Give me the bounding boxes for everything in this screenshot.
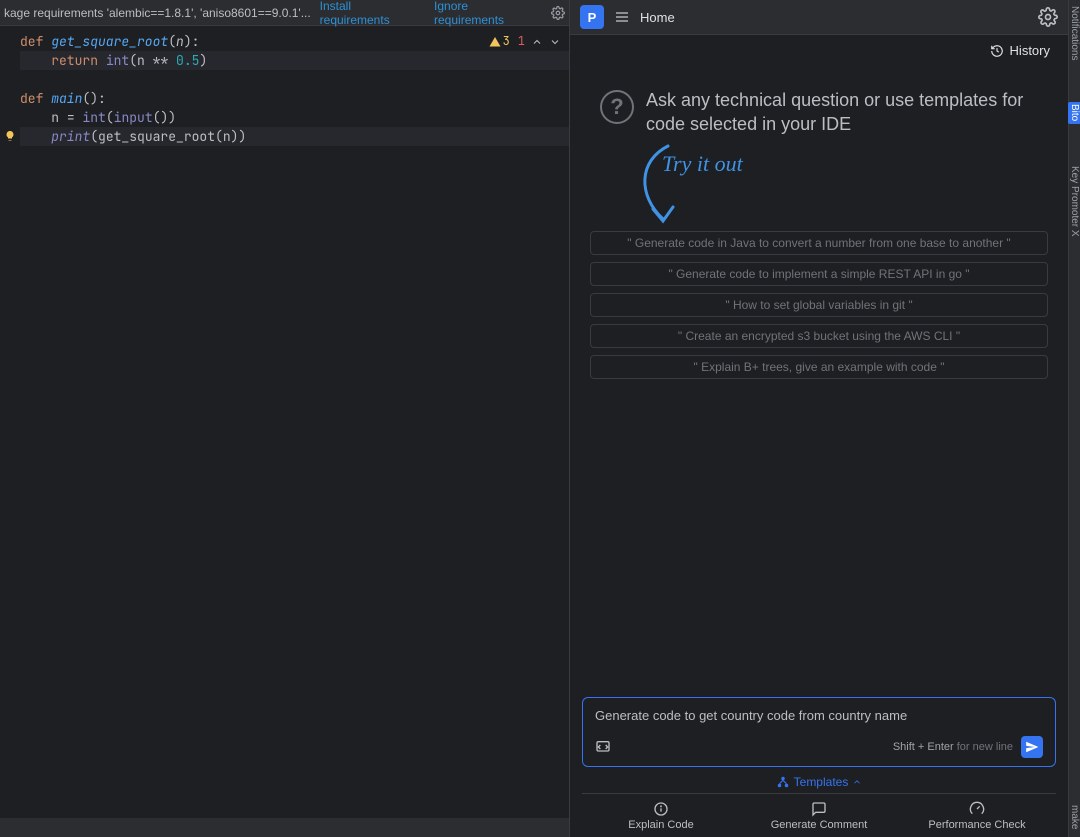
warning-count[interactable]: 3 [489, 32, 510, 51]
gear-icon[interactable] [551, 6, 565, 20]
history-button[interactable]: History [570, 35, 1068, 58]
explain-code-button[interactable]: Explain Code [582, 794, 740, 837]
question-icon: ? [600, 90, 634, 124]
code-line[interactable]: n = int(input()) [20, 108, 569, 127]
editor-footer [0, 818, 569, 837]
suggestion-item[interactable]: " How to set global variables in git " [590, 293, 1048, 317]
requirements-notification-bar: kage requirements 'alembic==1.8.1', 'ani… [0, 0, 569, 26]
side-tab-notifications[interactable]: Notifications [1069, 4, 1080, 62]
arrow-icon [628, 141, 688, 231]
generate-comment-button[interactable]: Generate Comment [740, 794, 898, 837]
assistant-header: P Home [570, 0, 1068, 35]
side-tab-bito[interactable]: Bito [1068, 102, 1080, 123]
suggestion-item[interactable]: " Generate code in Java to convert a num… [590, 231, 1048, 255]
send-icon [1025, 740, 1039, 754]
right-tool-strip: Notifications Bito Key Promoter X make [1068, 0, 1080, 837]
menu-icon[interactable] [614, 9, 630, 25]
side-tab-make[interactable]: make [1069, 803, 1080, 831]
send-button[interactable] [1021, 736, 1043, 758]
code-line[interactable]: def get_square_root(n): [20, 32, 569, 51]
highlight-count[interactable]: 1 [516, 32, 525, 51]
code-snippet-icon[interactable] [595, 739, 611, 755]
gauge-icon [969, 801, 985, 817]
settings-icon[interactable] [1038, 7, 1058, 27]
chevron-up-icon[interactable] [531, 36, 543, 48]
info-icon [653, 801, 669, 817]
code-line[interactable]: def main(): [20, 89, 569, 108]
suggestion-item[interactable]: " Generate code to implement a simple RE… [590, 262, 1048, 286]
chevron-up-icon [852, 777, 862, 787]
home-tab[interactable]: Home [640, 10, 675, 25]
code-line[interactable] [20, 70, 569, 89]
ignore-requirements-link[interactable]: Ignore requirements [434, 0, 541, 27]
lightbulb-icon[interactable] [4, 130, 16, 142]
chevron-down-icon[interactable] [549, 36, 561, 48]
code-line[interactable]: print(get_square_root(n)) [20, 127, 569, 146]
requirements-text: kage requirements 'alembic==1.8.1', 'ani… [4, 6, 310, 20]
editor-pane: kage requirements 'alembic==1.8.1', 'ani… [0, 0, 570, 837]
try-it-out-callout: Try it out [610, 141, 1068, 231]
code-area[interactable]: 3 1 def get_square_root(n): return int(n… [0, 26, 569, 818]
suggestion-item[interactable]: " Create an encrypted s3 bucket using th… [590, 324, 1048, 348]
templates-icon [776, 775, 790, 789]
history-icon [990, 44, 1004, 58]
intro-text: Ask any technical question or use templa… [646, 88, 1038, 137]
provider-badge[interactable]: P [580, 5, 604, 29]
intro-block: ? Ask any technical question or use temp… [570, 58, 1068, 137]
prompt-input[interactable]: Generate code to get country code from c… [595, 708, 1043, 726]
comment-icon [811, 801, 827, 817]
suggestion-item[interactable]: " Explain B+ trees, give an example with… [590, 355, 1048, 379]
install-requirements-link[interactable]: Install requirements [320, 0, 424, 27]
performance-check-button[interactable]: Performance Check [898, 794, 1056, 837]
suggestion-list: " Generate code in Java to convert a num… [570, 231, 1068, 379]
side-tab-keypromoter[interactable]: Key Promoter X [1069, 164, 1080, 239]
templates-toggle[interactable]: Templates [582, 767, 1056, 793]
code-line[interactable]: return int(n ** 0.5) [20, 51, 569, 70]
hint-text: Shift + Enter for new line [893, 741, 1013, 753]
editor-status-indicators: 3 1 [489, 32, 561, 51]
assistant-pane: P Home History ? Ask any technical quest… [570, 0, 1068, 837]
prompt-box: Generate code to get country code from c… [582, 697, 1056, 767]
footer-actions: Explain Code Generate Comment Performanc… [582, 793, 1056, 837]
